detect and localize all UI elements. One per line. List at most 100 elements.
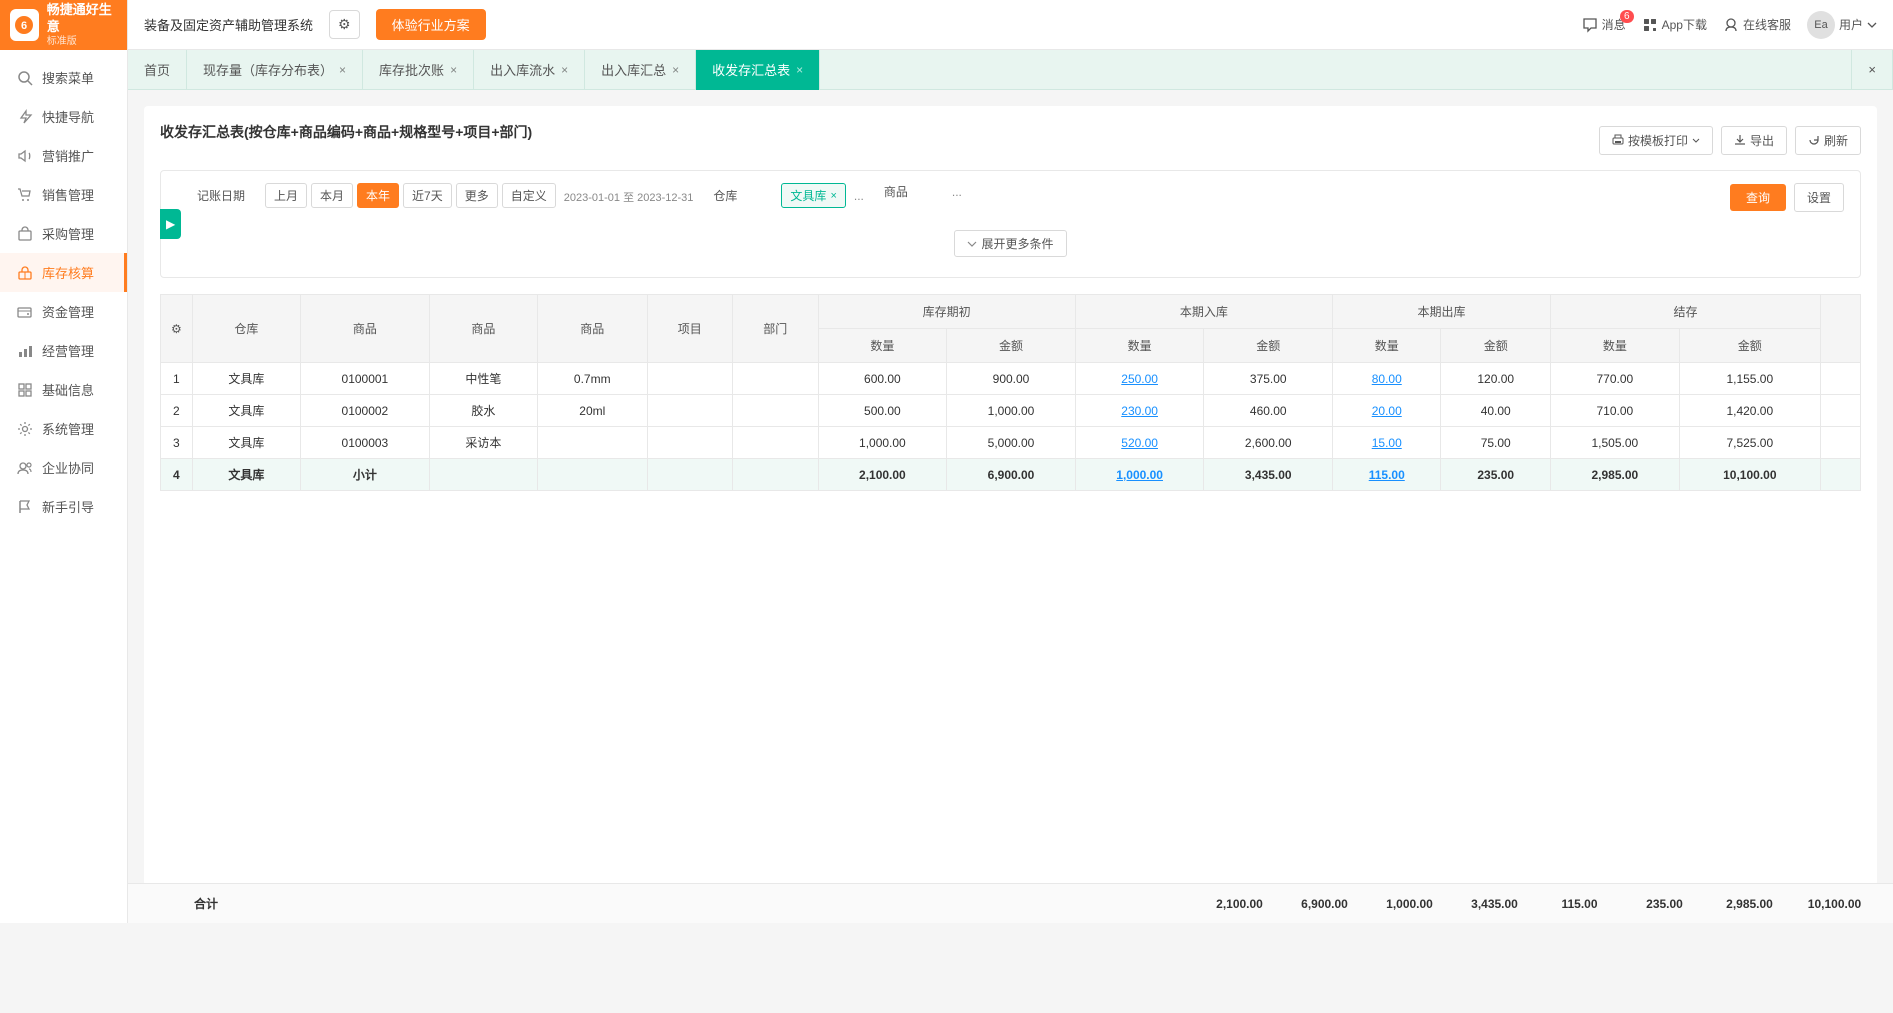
subtotal-out-qty[interactable]: 115.00 <box>1333 459 1441 491</box>
row-closing-qty-2: 710.00 <box>1551 395 1680 427</box>
sidebar-item-search[interactable]: 搜索菜单 <box>0 58 127 97</box>
warehouse-more-btn[interactable]: ... <box>854 189 864 203</box>
opening-group-header: 库存期初 <box>818 295 1075 329</box>
project-col-header: 项目 <box>647 295 733 363</box>
row-dept-3 <box>733 427 819 459</box>
row-out-qty-3[interactable]: 15.00 <box>1333 427 1441 459</box>
opening-qty-header: 数量 <box>818 329 947 363</box>
date-btn-last-month[interactable]: 上月 <box>265 183 307 208</box>
expand-conditions-btn[interactable]: 展开更多条件 <box>954 230 1066 257</box>
tab-close-inventory-dist[interactable]: × <box>339 63 346 77</box>
header-actions: 消息 6 App下载 在线客服 Ea 用户 <box>1582 11 1877 39</box>
sidebar-item-quick-nav[interactable]: 快捷导航 <box>0 97 127 136</box>
warehouse-filter-group: 仓库 文具库 × ... <box>713 183 863 208</box>
print-icon <box>1612 134 1624 146</box>
sidebar-item-newbie[interactable]: 新手引导 <box>0 487 127 526</box>
tab-close-receive-send[interactable]: × <box>796 63 803 77</box>
table-row: 3 文具库 0100003 采访本 1,000.00 5,000.00 520.… <box>161 427 1861 459</box>
row-in-qty-3[interactable]: 520.00 <box>1075 427 1204 459</box>
tab-inventory-dist[interactable]: 现存量（库存分布表） × <box>187 50 363 90</box>
tab-in-out-flow[interactable]: 出入库流水 × <box>474 50 585 90</box>
date-btn-this-year[interactable]: 本年 <box>357 183 399 208</box>
sidebar-item-purchase[interactable]: 采购管理 <box>0 214 127 253</box>
row-out-amt-1: 120.00 <box>1441 363 1551 395</box>
page-container: 收发存汇总表(按仓库+商品编码+商品+规格型号+项目+部门) 按模板打印 导出 … <box>144 106 1877 886</box>
tab-bar: 首页 现存量（库存分布表） × 库存批次账 × 出入库流水 × 出入库汇总 × … <box>128 50 1893 90</box>
closing-qty-header: 数量 <box>1551 329 1680 363</box>
closing-amt-header: 金额 <box>1679 329 1820 363</box>
settings-col-header[interactable]: ⚙ <box>161 295 193 363</box>
tab-batch-ledger[interactable]: 库存批次账 × <box>363 50 474 90</box>
row-closing-qty-1: 770.00 <box>1551 363 1680 395</box>
bottom-total-bar: 合计 2,100.00 6,900.00 1,000.00 3,435.00 1… <box>128 883 1893 923</box>
warehouse-tag-remove[interactable]: × <box>830 190 836 202</box>
date-btn-custom[interactable]: 自定义 <box>502 183 556 208</box>
warehouse-tag[interactable]: 文具库 × <box>781 183 845 208</box>
online-service-btn[interactable]: 在线客服 <box>1723 16 1791 33</box>
logo-text: 畅捷通好生意 标准版 <box>47 2 117 49</box>
tab-receive-send-summary[interactable]: 收发存汇总表 × <box>696 50 820 90</box>
bag-icon <box>16 225 34 243</box>
filter-expand-btn[interactable]: ▶ <box>160 209 181 239</box>
settings-btn[interactable]: 设置 <box>1794 183 1844 212</box>
sidebar-item-sales[interactable]: 销售管理 <box>0 175 127 214</box>
tab-close-all[interactable]: × <box>1851 50 1893 90</box>
tab-close-batch-ledger[interactable]: × <box>450 63 457 77</box>
sidebar-item-collab[interactable]: 企业协同 <box>0 448 127 487</box>
row-extra-1 <box>1820 363 1860 395</box>
message-btn[interactable]: 消息 6 <box>1582 16 1626 33</box>
total-out-amt: 235.00 <box>1622 897 1707 911</box>
wallet-icon <box>16 303 34 321</box>
user-menu[interactable]: Ea 用户 <box>1807 11 1877 39</box>
refresh-btn[interactable]: 刷新 <box>1795 126 1861 155</box>
goods-spec-col-header: 商品 <box>537 295 647 363</box>
flag-icon <box>16 498 34 516</box>
experience-btn[interactable]: 体验行业方案 <box>376 9 486 40</box>
app-download-btn[interactable]: App下载 <box>1642 16 1707 33</box>
row-opening-amt-2: 1,000.00 <box>947 395 1076 427</box>
date-btn-more[interactable]: 更多 <box>456 183 498 208</box>
tab-close-in-out-summary[interactable]: × <box>672 63 679 77</box>
row-out-qty-1[interactable]: 80.00 <box>1333 363 1441 395</box>
sidebar-item-finance[interactable]: 资金管理 <box>0 292 127 331</box>
chart-icon <box>16 342 34 360</box>
row-dept-2 <box>733 395 819 427</box>
export-btn[interactable]: 导出 <box>1721 126 1787 155</box>
row-in-qty-2[interactable]: 230.00 <box>1075 395 1204 427</box>
row-out-qty-2[interactable]: 20.00 <box>1333 395 1441 427</box>
row-in-qty-1[interactable]: 250.00 <box>1075 363 1204 395</box>
row-warehouse-2: 文具库 <box>192 395 300 427</box>
row-in-amt-2: 460.00 <box>1204 395 1333 427</box>
sidebar-item-marketing[interactable]: 营销推广 <box>0 136 127 175</box>
row-num-3: 3 <box>161 427 193 459</box>
sidebar-item-inventory[interactable]: 库存核算 <box>0 253 127 292</box>
tab-in-out-summary[interactable]: 出入库汇总 × <box>585 50 696 90</box>
row-extra-3 <box>1820 427 1860 459</box>
date-btn-7days[interactable]: 近7天 <box>403 183 452 208</box>
gear-settings-btn[interactable]: ⚙ <box>329 10 360 39</box>
row-in-amt-3: 2,600.00 <box>1204 427 1333 459</box>
goods-more-btn[interactable]: ... <box>952 185 962 199</box>
print-btn[interactable]: 按模板打印 <box>1599 126 1713 155</box>
top-header: 装备及固定资产辅助管理系统 ⚙ 体验行业方案 消息 6 App下载 在线客服 E… <box>128 0 1893 50</box>
sidebar-item-system[interactable]: 系统管理 <box>0 409 127 448</box>
total-closing-amt: 10,100.00 <box>1792 897 1877 911</box>
row-opening-qty-3: 1,000.00 <box>818 427 947 459</box>
tab-close-in-out-flow[interactable]: × <box>561 63 568 77</box>
date-btn-this-month[interactable]: 本月 <box>311 183 353 208</box>
filter-area: ▶ 记账日期 上月 本月 本年 近7天 更多 自定义 2023-01-01 至 … <box>160 170 1861 278</box>
row-opening-qty-2: 500.00 <box>818 395 947 427</box>
tab-home[interactable]: 首页 <box>128 50 187 90</box>
row-out-amt-2: 40.00 <box>1441 395 1551 427</box>
sidebar-item-base[interactable]: 基础信息 <box>0 370 127 409</box>
query-btn[interactable]: 查询 <box>1730 184 1786 211</box>
row-extra-2 <box>1820 395 1860 427</box>
goods-name-col-header: 商品 <box>429 295 537 363</box>
total-opening-qty: 2,100.00 <box>1197 897 1282 911</box>
sidebar-item-ops[interactable]: 经营管理 <box>0 331 127 370</box>
row-num-2: 2 <box>161 395 193 427</box>
grid-icon <box>16 381 34 399</box>
row-spec-3 <box>537 427 647 459</box>
row-opening-amt-1: 900.00 <box>947 363 1076 395</box>
subtotal-in-qty[interactable]: 1,000.00 <box>1075 459 1204 491</box>
